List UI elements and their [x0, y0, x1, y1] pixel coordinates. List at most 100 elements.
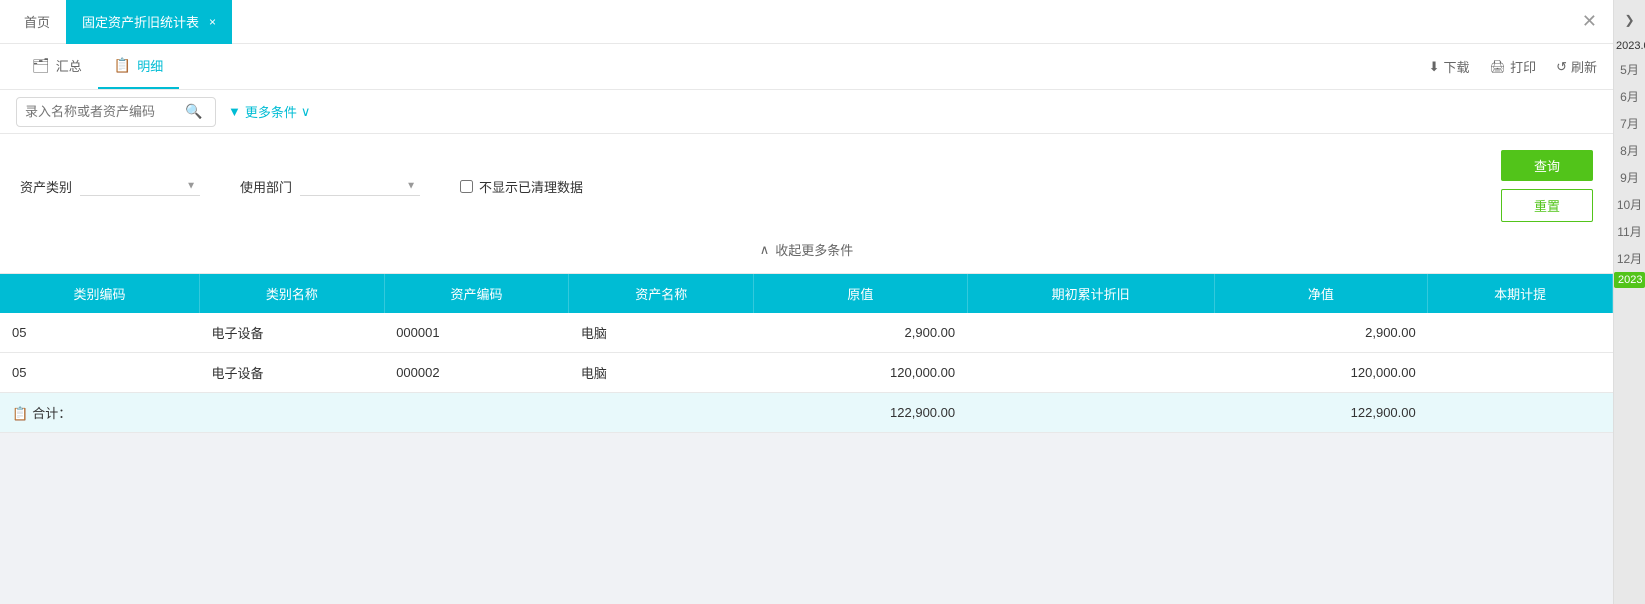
- sidebar-month-item[interactable]: 8月: [1615, 137, 1644, 164]
- filter-area: 资产类别 使用部门 不显示已清理数据: [0, 134, 1613, 274]
- search-icon: 🔍: [185, 103, 202, 120]
- sidebar-month-item[interactable]: 11月: [1615, 218, 1644, 245]
- cell-r1-c2: 000002: [384, 353, 569, 393]
- summary-icon: 🗂: [32, 57, 50, 74]
- cell-r0-c6: 2,900.00: [1214, 313, 1428, 353]
- col-header-7: 净值: [1214, 274, 1428, 313]
- toolbar: ⬇ 下载 🖨 打印 ↺ 刷新: [1429, 57, 1597, 76]
- window-close-icon[interactable]: ✕: [1582, 11, 1597, 32]
- reset-button[interactable]: 重置: [1501, 189, 1593, 222]
- filter-actions: 查询 重置: [1501, 150, 1593, 222]
- tab-detail-label: 明细: [137, 56, 163, 75]
- cell-r0-c3: 电脑: [569, 313, 754, 353]
- cell-r0-c0: 05: [0, 313, 200, 353]
- print-icon: 🖨: [1490, 59, 1507, 75]
- total-row: 📋合计： 122,900.00 122,900.00: [0, 393, 1613, 433]
- tab-close-icon[interactable]: ×: [209, 15, 216, 29]
- print-label: 打印: [1510, 57, 1536, 76]
- department-select[interactable]: [300, 176, 420, 196]
- table-header-row: 类别编码 类别名称 资产编码 资产名称 原值 期初累计折旧 净值 本期计提: [0, 274, 1613, 313]
- total-cell-4: 122,900.00: [754, 393, 968, 433]
- cell-r1-c7: [1428, 353, 1613, 393]
- cell-r1-c6: 120,000.00: [1214, 353, 1428, 393]
- department-select-wrap[interactable]: [300, 176, 420, 196]
- active-tab[interactable]: 固定资产折旧统计表 ×: [66, 0, 232, 44]
- download-icon: ⬇: [1429, 59, 1440, 75]
- hide-cleared-label: 不显示已清理数据: [479, 177, 583, 196]
- hide-cleared-filter[interactable]: 不显示已清理数据: [460, 177, 583, 196]
- total-cell-6: 122,900.00: [1214, 393, 1428, 433]
- col-header-8: 本期计提: [1428, 274, 1613, 313]
- total-cell-3: [569, 393, 754, 433]
- more-filter-button[interactable]: ▼ 更多条件 ∨: [228, 102, 310, 121]
- tab-detail[interactable]: 📋 明细: [98, 44, 179, 89]
- cell-r1-c3: 电脑: [569, 353, 754, 393]
- total-cell-1: [200, 393, 385, 433]
- print-button[interactable]: 🖨 打印: [1490, 57, 1537, 76]
- sidebar-month-item[interactable]: 5月: [1615, 56, 1644, 83]
- col-header-4: 资产名称: [569, 274, 754, 313]
- category-filter: 资产类别: [20, 176, 200, 196]
- total-cell-5: [967, 393, 1214, 433]
- hide-cleared-checkbox[interactable]: [460, 180, 473, 193]
- right-sidebar: ❯ 2023.01 5月6月7月8月9月10月11月12月 2023: [1613, 0, 1645, 604]
- sub-tabs-left: 🗂 汇总 📋 明细: [16, 44, 179, 89]
- sub-tabs-bar: 🗂 汇总 📋 明细 ⬇ 下载 🖨 打印 ↺ 刷新: [0, 44, 1613, 90]
- cell-r0-c7: [1428, 313, 1613, 353]
- cell-r0-c5: [967, 313, 1214, 353]
- refresh-icon: ↺: [1556, 59, 1567, 75]
- tab-summary-label: 汇总: [56, 56, 82, 75]
- cell-r1-c4: 120,000.00: [754, 353, 968, 393]
- col-header-2: 类别名称: [200, 274, 385, 313]
- tab-label: 固定资产折旧统计表: [82, 12, 199, 31]
- sidebar-month-item[interactable]: 7月: [1615, 110, 1644, 137]
- data-table: 类别编码 类别名称 资产编码 资产名称 原值 期初累计折旧 净值 本期计提 05…: [0, 274, 1613, 433]
- refresh-button[interactable]: ↺ 刷新: [1556, 57, 1597, 76]
- department-label: 使用部门: [240, 177, 292, 196]
- total-cell-2: [384, 393, 569, 433]
- filter-icon: ▼: [228, 104, 241, 119]
- category-label: 资产类别: [20, 177, 72, 196]
- table-row: 05电子设备000002电脑120,000.00120,000.00: [0, 353, 1613, 393]
- search-input[interactable]: [25, 104, 185, 119]
- cell-r1-c1: 电子设备: [200, 353, 385, 393]
- table-row: 05电子设备000001电脑2,900.002,900.00: [0, 313, 1613, 353]
- search-input-wrap[interactable]: 🔍: [16, 97, 216, 127]
- category-select[interactable]: [80, 176, 200, 196]
- col-header-5: 原值: [754, 274, 968, 313]
- total-cell-7: [1428, 393, 1613, 433]
- sidebar-month-item[interactable]: 9月: [1615, 164, 1644, 191]
- table-container: 类别编码 类别名称 资产编码 资产名称 原值 期初累计折旧 净值 本期计提 05…: [0, 274, 1613, 604]
- col-header-6: 期初累计折旧: [967, 274, 1214, 313]
- sidebar-month-item[interactable]: 10月: [1615, 191, 1644, 218]
- query-button[interactable]: 查询: [1501, 150, 1593, 181]
- chevron-down-icon: ∨: [301, 104, 311, 120]
- collapse-icon: ∧: [760, 242, 770, 258]
- cell-r1-c0: 05: [0, 353, 200, 393]
- sidebar-month-item[interactable]: 6月: [1615, 83, 1644, 110]
- cell-r1-c5: [967, 353, 1214, 393]
- collapse-label: 收起更多条件: [775, 240, 853, 259]
- download-button[interactable]: ⬇ 下载: [1429, 57, 1470, 76]
- home-link[interactable]: 首页: [16, 12, 58, 31]
- tab-summary[interactable]: 🗂 汇总: [16, 44, 98, 89]
- search-bar: 🔍 ▼ 更多条件 ∨: [0, 90, 1613, 134]
- filter-label: 更多条件: [245, 102, 297, 121]
- refresh-label: 刷新: [1571, 57, 1597, 76]
- sidebar-expand-arrow[interactable]: ❯: [1618, 8, 1642, 32]
- cell-r0-c2: 000001: [384, 313, 569, 353]
- year-badge: 2023: [1614, 272, 1645, 288]
- cell-r0-c4: 2,900.00: [754, 313, 968, 353]
- detail-icon: 📋: [114, 57, 131, 74]
- filter-row: 资产类别 使用部门 不显示已清理数据: [20, 150, 1593, 222]
- category-select-wrap[interactable]: [80, 176, 200, 196]
- department-filter: 使用部门: [240, 176, 420, 196]
- collapse-button[interactable]: ∧ 收起更多条件: [20, 234, 1593, 265]
- sidebar-month-item[interactable]: 12月: [1615, 245, 1644, 272]
- col-header-3: 资产编码: [384, 274, 569, 313]
- col-header-1: 类别编码: [0, 274, 200, 313]
- total-cell-0: 📋合计：: [0, 393, 200, 433]
- date-display: 2023.01: [1614, 36, 1645, 56]
- cell-r0-c1: 电子设备: [200, 313, 385, 353]
- download-label: 下载: [1444, 57, 1470, 76]
